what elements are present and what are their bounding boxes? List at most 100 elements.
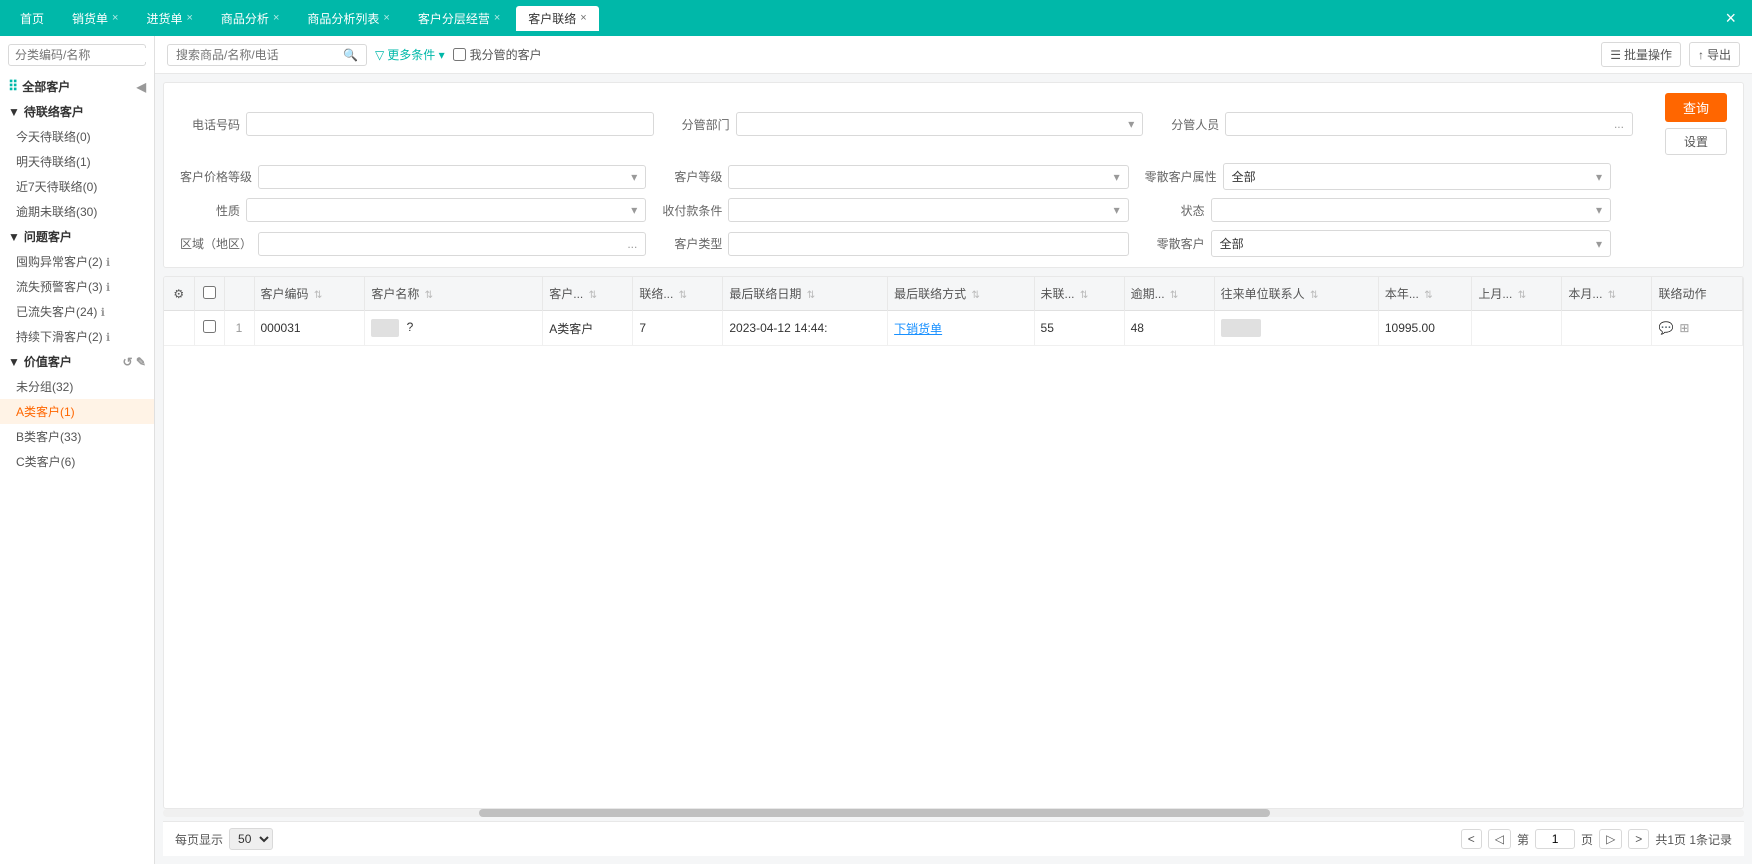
price-level-arrow-icon: ▾ — [631, 170, 637, 184]
scatter-attr-select[interactable]: 全部 ▾ — [1223, 163, 1611, 190]
sidebar-collapse-btn[interactable]: ◀ — [137, 80, 146, 94]
scatter-label: 零散客户 — [1145, 235, 1205, 252]
col-contact-count[interactable]: 联络... ⇅ — [633, 277, 723, 311]
filter-more-btn[interactable]: ▽ 更多条件 ▾ — [375, 46, 445, 63]
last-method-link[interactable]: 下销货单 — [894, 322, 942, 336]
close-analysis-icon[interactable]: × — [273, 12, 279, 24]
col-action: 联络动作 — [1652, 277, 1743, 311]
batch-op-btn[interactable]: ☰ 批量操作 — [1601, 42, 1681, 67]
phone-input[interactable] — [246, 112, 654, 136]
nav-tab-customer-mgmt[interactable]: 客户分层经营 × — [406, 6, 512, 31]
sidebar-item-class-a[interactable]: A类客户(1) — [0, 399, 154, 424]
next-page-btn[interactable]: > — [1628, 829, 1649, 849]
page-label: 第 — [1517, 831, 1529, 848]
close-customer-mgmt-icon[interactable]: × — [494, 12, 500, 24]
close-all-button[interactable]: × — [1717, 8, 1744, 29]
scatter-select[interactable]: 全部 ▾ — [1211, 230, 1611, 257]
status-arrow-icon: ▾ — [1596, 203, 1602, 217]
grid-icon[interactable]: ⊞ — [1679, 321, 1689, 335]
select-all-checkbox[interactable] — [203, 286, 216, 299]
row-settings — [164, 311, 194, 346]
analysis-label: 商品分析 — [221, 10, 269, 27]
nature-select[interactable]: ▾ — [246, 198, 646, 222]
group-pending-contact[interactable]: ▼ 待联络客户 — [0, 99, 154, 124]
manager-select[interactable]: ... — [1225, 112, 1633, 136]
chat-icon[interactable]: 💬 — [1658, 321, 1673, 335]
sidebar-search-box[interactable]: 🔍 — [8, 44, 146, 66]
col-settings[interactable]: ⚙ — [164, 277, 194, 311]
group-value-customers[interactable]: ▼ 价值客户 ↺ ✎ — [0, 349, 154, 374]
content-area: 🔍 ▽ 更多条件 ▾ 我分管的客户 ☰ 批量操作 ↑ 导出 — [155, 36, 1752, 864]
status-select[interactable]: ▾ — [1211, 198, 1611, 222]
col-level[interactable]: 客户... ⇅ — [543, 277, 633, 311]
payment-select[interactable]: ▾ — [728, 198, 1128, 222]
col-last-date[interactable]: 最后联络日期 ⇅ — [723, 277, 888, 311]
horizontal-scrollbar[interactable] — [163, 809, 1744, 817]
sidebar-item-tomorrow[interactable]: 明天待联络(1) — [0, 149, 154, 174]
col-rownum — [224, 277, 254, 311]
col-contact-person[interactable]: 往来单位联系人 ⇅ — [1214, 277, 1378, 311]
nav-tab-purchase[interactable]: 进货单 × — [134, 6, 204, 31]
customer-level-select[interactable]: ▾ — [728, 165, 1128, 189]
my-customers-input[interactable] — [453, 48, 466, 61]
sidebar-item-today[interactable]: 今天待联络(0) — [0, 124, 154, 149]
col-this-month[interactable]: 本月... ⇅ — [1562, 277, 1652, 311]
first-page-btn[interactable]: ◁ — [1488, 829, 1511, 849]
group-problem-customers[interactable]: ▼ 问题客户 — [0, 224, 154, 249]
customer-type-input[interactable] — [728, 232, 1128, 256]
payment-label: 收付款条件 — [662, 202, 722, 219]
col-last-month[interactable]: 上月... ⇅ — [1472, 277, 1562, 311]
my-customers-label: 我分管的客户 — [470, 46, 542, 63]
footer: 每页显示 50 < ◁ 第 页 ▷ > 共1页 1条记录 — [163, 821, 1744, 856]
close-analysis-list-icon[interactable]: × — [383, 12, 389, 24]
sidebar-item-churned[interactable]: 已流失客户(24) ℹ — [0, 299, 154, 324]
col-name[interactable]: 客户名称 ⇅ — [365, 277, 543, 311]
row-num: 1 — [224, 311, 254, 346]
export-icon: ↑ — [1698, 48, 1704, 62]
filter-dept: 分管部门 ▾ — [670, 112, 1144, 136]
scrollbar-thumb[interactable] — [479, 809, 1270, 817]
nav-tab-home[interactable]: 首页 — [8, 6, 56, 31]
nav-tab-sales[interactable]: 销货单 × — [60, 6, 130, 31]
settings-btn[interactable]: 设置 — [1665, 128, 1727, 155]
toolbar-search-box[interactable]: 🔍 — [167, 44, 367, 66]
row-select-checkbox[interactable] — [203, 320, 216, 333]
customer-level-label: 客户等级 — [662, 168, 722, 185]
nav-tab-analysis[interactable]: 商品分析 × — [209, 6, 291, 31]
last-page-btn[interactable]: ▷ — [1599, 829, 1622, 849]
col-code[interactable]: 客户编码 ⇅ — [254, 277, 365, 311]
row-checkbox[interactable] — [194, 311, 224, 346]
sidebar-item-overdue[interactable]: 逾期未联络(30) — [0, 199, 154, 224]
my-customers-checkbox[interactable]: 我分管的客户 — [453, 46, 542, 63]
price-level-select[interactable]: ▾ — [258, 165, 646, 189]
toolbar-search-input[interactable] — [176, 48, 343, 62]
sidebar-item-class-c[interactable]: C类客户(6) — [0, 449, 154, 474]
close-customer-contact-icon[interactable]: × — [580, 12, 586, 24]
prev-page-btn[interactable]: < — [1461, 829, 1482, 849]
close-purchase-icon[interactable]: × — [186, 12, 192, 24]
sidebar-item-churn-warning[interactable]: 流失预警客户(3) ℹ — [0, 274, 154, 299]
nav-tab-customer-contact[interactable]: 客户联络 × — [516, 6, 598, 31]
region-select[interactable]: ... — [258, 232, 646, 256]
row-last-method[interactable]: 下销货单 — [888, 311, 1034, 346]
sidebar-item-declining[interactable]: 持续下滑客户(2) ℹ — [0, 324, 154, 349]
sidebar-search-input[interactable] — [15, 48, 155, 62]
col-no-contact[interactable]: 未联... ⇅ — [1034, 277, 1124, 311]
query-btn[interactable]: 查询 — [1665, 93, 1727, 122]
dept-select[interactable]: ▾ — [736, 112, 1144, 136]
sidebar-item-ungrouped[interactable]: 未分组(32) — [0, 374, 154, 399]
sidebar-item-class-b[interactable]: B类客户(33) — [0, 424, 154, 449]
nav-tab-analysis-list[interactable]: 商品分析列表 × — [295, 6, 401, 31]
page-size-select[interactable]: 50 — [229, 828, 273, 850]
export-btn[interactable]: ↑ 导出 — [1689, 42, 1740, 67]
sidebar-item-hoarding[interactable]: 囤购异常客户(2) ℹ — [0, 249, 154, 274]
col-last-method[interactable]: 最后联络方式 ⇅ — [888, 277, 1034, 311]
sidebar-item-7days[interactable]: 近7天待联络(0) — [0, 174, 154, 199]
row-name-extra: ? — [407, 320, 414, 334]
payment-arrow-icon: ▾ — [1114, 203, 1120, 217]
col-this-year[interactable]: 本年... ⇅ — [1378, 277, 1472, 311]
footer-left: 每页显示 50 — [175, 828, 273, 850]
col-overdue[interactable]: 逾期... ⇅ — [1124, 277, 1214, 311]
close-sales-icon[interactable]: × — [112, 12, 118, 24]
page-num-input[interactable] — [1535, 829, 1575, 849]
